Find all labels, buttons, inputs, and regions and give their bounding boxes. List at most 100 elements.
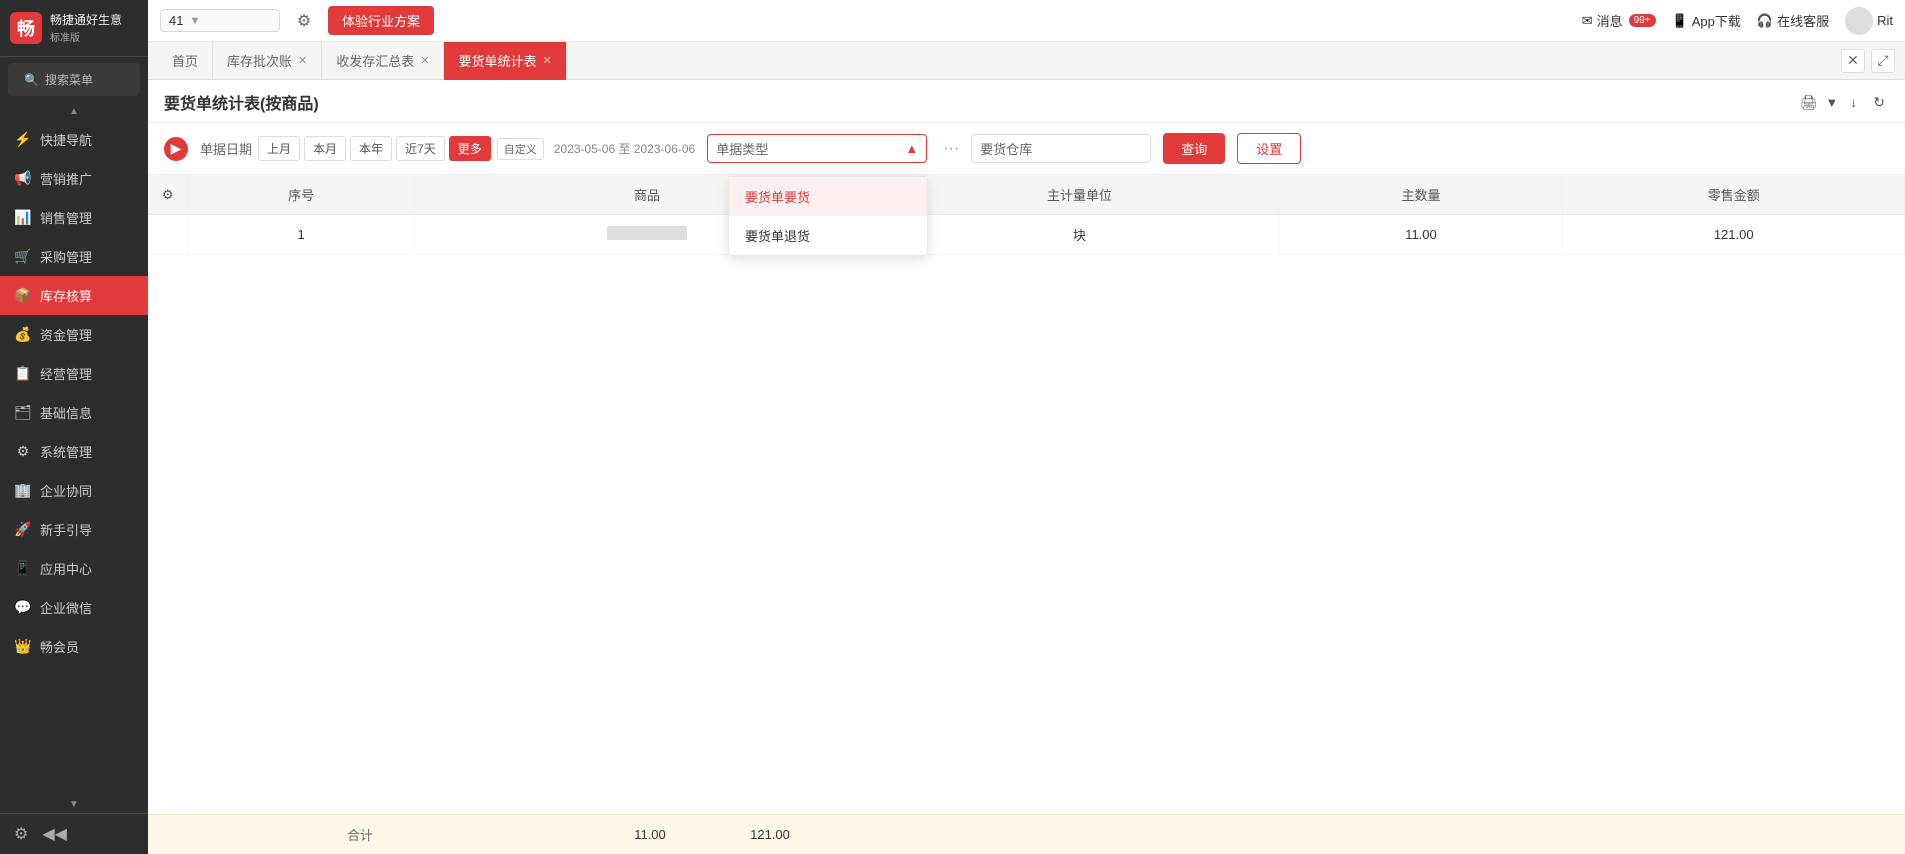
sidebar-item-member[interactable]: 👑 畅会员 bbox=[0, 627, 148, 666]
sidebar-item-label: 库存核算 bbox=[40, 286, 92, 305]
finance-icon: 💰 bbox=[14, 326, 32, 344]
sidebar-item-wechat[interactable]: 💬 企业微信 bbox=[0, 588, 148, 627]
footer-qty: 11.00 bbox=[590, 827, 710, 842]
table-footer: 合计 11.00 121.00 bbox=[148, 814, 1905, 854]
collapse-icon[interactable]: ◀◀ bbox=[42, 824, 67, 844]
tab-receive-summary[interactable]: 收发存汇总表 ✕ bbox=[322, 42, 444, 80]
sidebar-footer: ⚙ ◀◀ bbox=[0, 813, 148, 854]
online-service-button[interactable]: 🎧 在线客服 bbox=[1757, 11, 1829, 30]
message-icon: ✉ bbox=[1582, 13, 1593, 29]
custom-date-tag[interactable]: 自定义 bbox=[497, 138, 544, 160]
this-year-button[interactable]: 本年 bbox=[350, 136, 392, 161]
sidebar-item-guide[interactable]: 🚀 新手引导 bbox=[0, 510, 148, 549]
scroll-up-indicator[interactable]: ▲ bbox=[0, 102, 148, 120]
header-gear-button[interactable]: ⚙ bbox=[290, 7, 318, 35]
logo-sub: 标准版 bbox=[50, 29, 122, 44]
sidebar-item-operation[interactable]: 📋 经营管理 bbox=[0, 354, 148, 393]
enterprise-icon: 🏢 bbox=[14, 482, 32, 500]
sidebar-item-marketing[interactable]: 📢 营销推广 bbox=[0, 159, 148, 198]
type-label: 单据类型 bbox=[716, 139, 768, 158]
trial-button[interactable]: 体验行业方案 bbox=[328, 6, 434, 35]
td-amount: 121.00 bbox=[1563, 215, 1905, 255]
quick-nav-icon: ⚡ bbox=[14, 131, 32, 149]
print-chevron-icon: ▼ bbox=[1825, 95, 1838, 110]
date-range-display: 2023-05-06 至 2023-06-06 bbox=[554, 140, 695, 157]
sidebar-item-label: 采购管理 bbox=[40, 247, 92, 266]
sidebar-item-system[interactable]: ⚙ 系统管理 bbox=[0, 432, 148, 471]
tab-order-summary[interactable]: 要货单统计表 ✕ bbox=[444, 42, 566, 80]
sidebar-item-inventory[interactable]: 📦 库存核算 bbox=[0, 276, 148, 315]
tab-close-icon[interactable]: ✕ bbox=[420, 54, 429, 67]
type-filter-select[interactable]: 单据类型 ▲ bbox=[707, 134, 927, 163]
close-tab-button[interactable]: ✕ bbox=[1841, 49, 1865, 73]
table-row: 1 块 11.00 121.00 bbox=[148, 215, 1905, 255]
messages-button[interactable]: ✉ 消息 99+ bbox=[1582, 11, 1656, 30]
basic-icon: 🗂 bbox=[14, 404, 32, 422]
print-button[interactable]: 🖨 ▼ bbox=[1800, 94, 1839, 111]
export-button[interactable]: ↓ bbox=[1850, 94, 1861, 110]
filter-expand-button[interactable]: ▶ bbox=[164, 137, 188, 161]
td-empty bbox=[148, 215, 188, 255]
tab-inventory-batch[interactable]: 库存批次账 ✕ bbox=[213, 42, 322, 80]
sidebar-item-label: 企业微信 bbox=[40, 598, 92, 617]
sidebar-item-label: 营销推广 bbox=[40, 169, 92, 188]
th-settings[interactable]: ⚙ bbox=[148, 175, 188, 215]
query-button[interactable]: 查询 bbox=[1163, 133, 1225, 164]
tab-receive-summary-label: 收发存汇总表 bbox=[336, 51, 414, 70]
sidebar-item-sales[interactable]: 📊 销售管理 bbox=[0, 198, 148, 237]
sidebar-item-label: 系统管理 bbox=[40, 442, 92, 461]
messages-badge: 99+ bbox=[1629, 14, 1656, 27]
filter-bar: ▶ 单据日期 上月 本月 本年 近7天 更多 自定义 2023-05-06 至 … bbox=[148, 123, 1905, 175]
header-right: ✉ 消息 99+ 📱 App下载 🎧 在线客服 Rit bbox=[1582, 7, 1893, 35]
service-icon: 🎧 bbox=[1757, 13, 1773, 29]
sidebar-item-label: 经营管理 bbox=[40, 364, 92, 383]
company-value: 41 bbox=[169, 13, 183, 28]
sidebar-item-label: 应用中心 bbox=[40, 559, 92, 578]
tab-close-icon[interactable]: ✕ bbox=[543, 54, 552, 67]
footer-label: 合计 bbox=[250, 825, 470, 844]
export-icon: ↓ bbox=[1850, 94, 1857, 110]
page-header: 要货单统计表(按商品) 🖨 ▼ ↓ ↻ bbox=[148, 80, 1905, 123]
footer-amount: 121.00 bbox=[710, 827, 830, 842]
sidebar-item-basic[interactable]: 🗂 基础信息 bbox=[0, 393, 148, 432]
user-menu[interactable]: Rit bbox=[1845, 7, 1893, 35]
expand-tab-button[interactable]: ⤢ bbox=[1871, 49, 1895, 73]
tab-home[interactable]: 首页 bbox=[158, 42, 213, 80]
app-download-button[interactable]: 📱 App下载 bbox=[1672, 11, 1741, 30]
tab-close-icon[interactable]: ✕ bbox=[298, 54, 307, 67]
last-7days-button[interactable]: 近7天 bbox=[396, 136, 445, 161]
this-month-button[interactable]: 本月 bbox=[304, 136, 346, 161]
sidebar-item-quick-nav[interactable]: ⚡ 快捷导航 bbox=[0, 120, 148, 159]
scroll-down-indicator[interactable]: ▼ bbox=[0, 795, 148, 813]
search-menu-button[interactable]: 🔍 搜索菜单 bbox=[8, 63, 140, 96]
type-chevron-up-icon[interactable]: ▲ bbox=[905, 141, 918, 156]
dropdown-option-purchase-return[interactable]: 要货单退货 bbox=[729, 216, 927, 255]
messages-label: 消息 bbox=[1597, 11, 1623, 30]
settings-button[interactable]: 设置 bbox=[1237, 133, 1301, 164]
inventory-icon: 📦 bbox=[14, 287, 32, 305]
company-selector[interactable]: 41 ▼ bbox=[160, 9, 280, 32]
guide-icon: 🚀 bbox=[14, 521, 32, 539]
sidebar-item-label: 销售管理 bbox=[40, 208, 92, 227]
page-title: 要货单统计表(按商品) bbox=[164, 90, 319, 114]
th-amount: 零售金额 bbox=[1563, 175, 1905, 215]
sidebar-item-enterprise[interactable]: 🏢 企业协同 bbox=[0, 471, 148, 510]
sidebar-logo: 畅 畅捷通好生意 标准版 bbox=[0, 0, 148, 57]
warehouse-filter[interactable]: 要货仓库 bbox=[971, 134, 1151, 163]
sidebar-item-label: 企业协同 bbox=[40, 481, 92, 500]
refresh-button[interactable]: ↻ bbox=[1873, 94, 1889, 111]
sidebar-item-purchase[interactable]: 🛒 采购管理 bbox=[0, 237, 148, 276]
type-more-button[interactable]: ··· bbox=[943, 140, 959, 158]
dropdown-option-purchase-order[interactable]: 要货单要货 bbox=[729, 177, 927, 216]
sidebar-item-finance[interactable]: 💰 资金管理 bbox=[0, 315, 148, 354]
td-unit: 块 bbox=[880, 215, 1279, 255]
sidebar: 畅 畅捷通好生意 标准版 🔍 搜索菜单 ▲ ⚡ 快捷导航 📢 营销推广 📊 销售… bbox=[0, 0, 148, 854]
print-icon: 🖨 bbox=[1800, 94, 1818, 111]
sidebar-item-appstore[interactable]: 📱 应用中心 bbox=[0, 549, 148, 588]
more-dates-button[interactable]: 更多 bbox=[449, 136, 491, 161]
settings-icon[interactable]: ⚙ bbox=[14, 824, 28, 844]
tab-order-summary-label: 要货单统计表 bbox=[458, 51, 536, 70]
tab-inventory-batch-label: 库存批次账 bbox=[227, 51, 292, 70]
user-name: Rit bbox=[1877, 13, 1893, 28]
last-month-button[interactable]: 上月 bbox=[258, 136, 300, 161]
